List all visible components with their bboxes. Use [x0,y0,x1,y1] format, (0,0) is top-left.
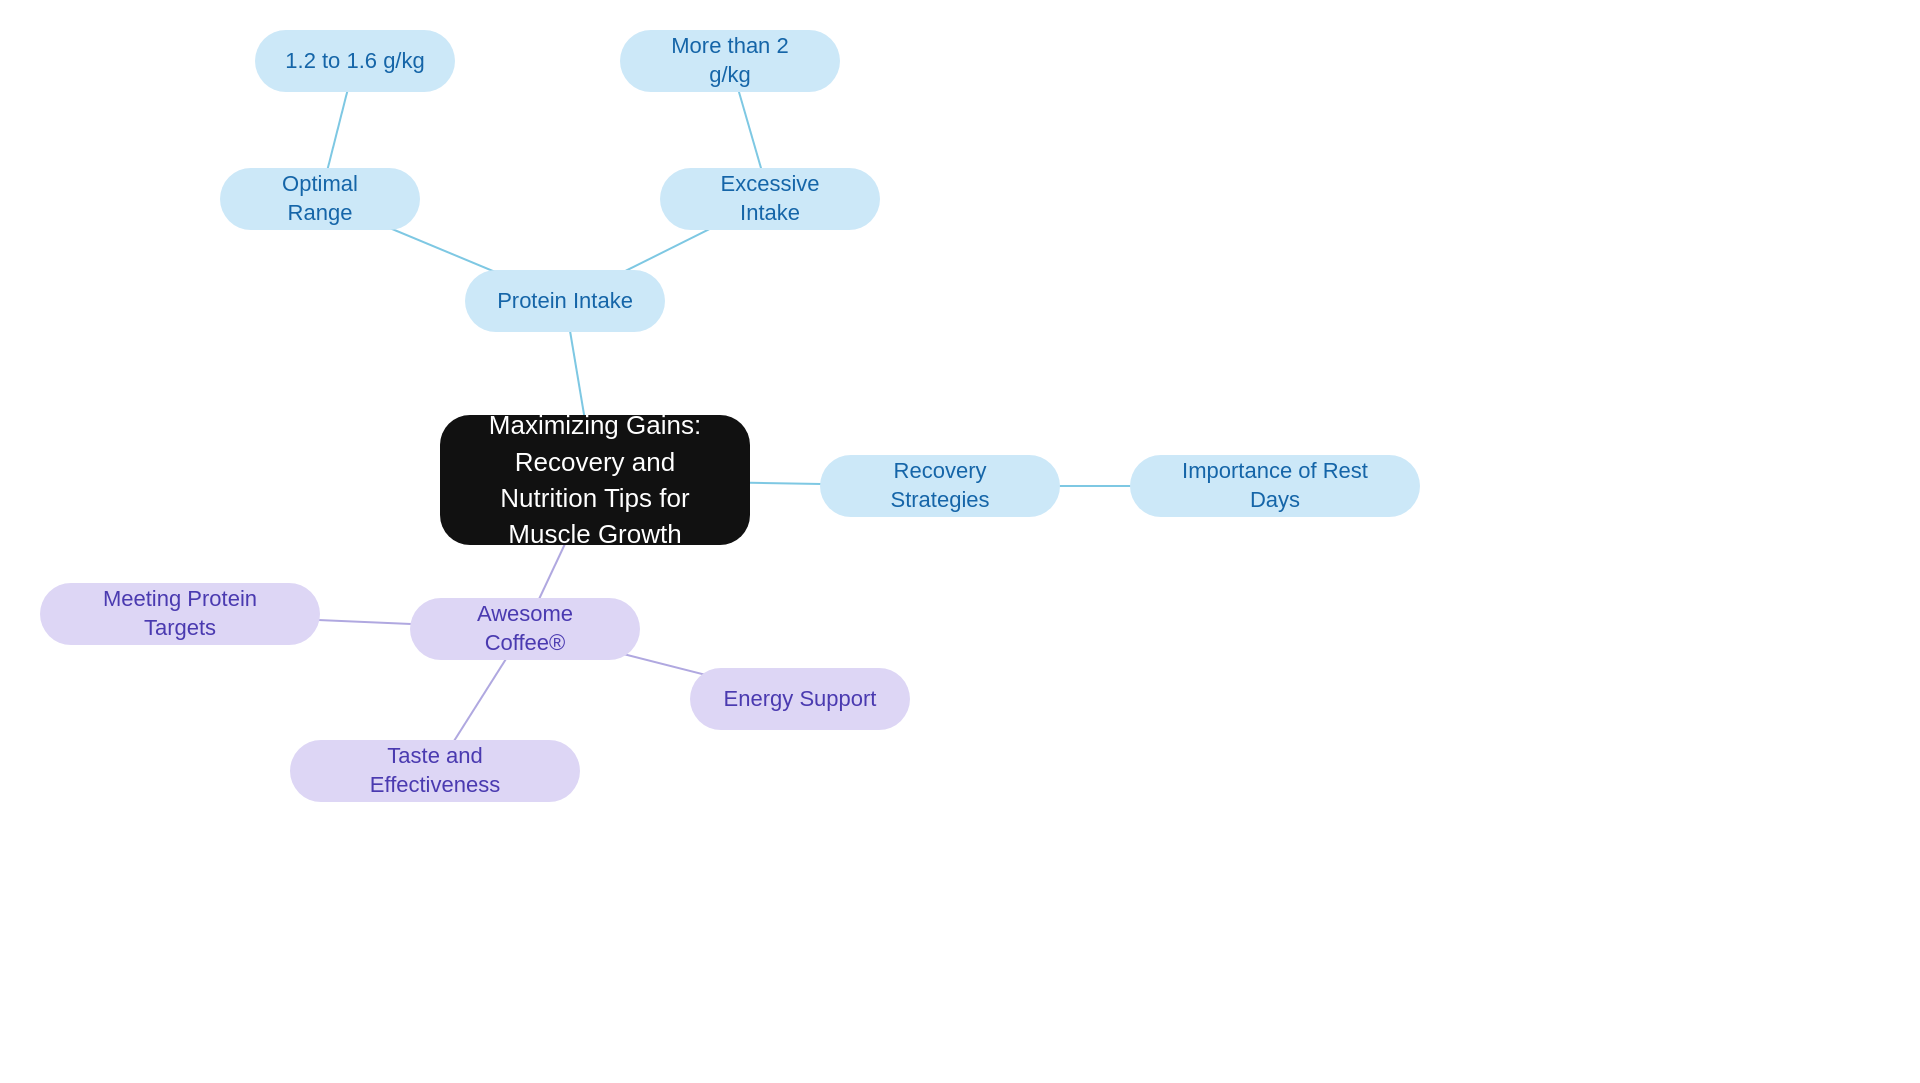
importance-rest-node: Importance of Rest Days [1130,455,1420,517]
recovery-strategies-label: Recovery Strategies [850,457,1030,514]
center-node: Maximizing Gains: Recovery and Nutrition… [440,415,750,545]
meeting-protein-node: Meeting Protein Targets [40,583,320,645]
excessive-intake-node: Excessive Intake [660,168,880,230]
more-than-2-node: More than 2 g/kg [620,30,840,92]
more-than-2-label: More than 2 g/kg [650,32,810,89]
protein-intake-label: Protein Intake [497,287,633,316]
excessive-intake-label: Excessive Intake [690,170,850,227]
awesome-coffee-label: Awesome Coffee® [440,600,610,657]
taste-effectiveness-node: Taste and Effectiveness [290,740,580,802]
meeting-protein-label: Meeting Protein Targets [70,585,290,642]
energy-support-label: Energy Support [724,685,877,714]
protein-intake-node: Protein Intake [465,270,665,332]
recovery-strategies-node: Recovery Strategies [820,455,1060,517]
optimal-range-node: Optimal Range [220,168,420,230]
one-two-g-label: 1.2 to 1.6 g/kg [285,47,424,76]
importance-rest-label: Importance of Rest Days [1160,457,1390,514]
center-label: Maximizing Gains: Recovery and Nutrition… [480,407,710,553]
awesome-coffee-node: Awesome Coffee® [410,598,640,660]
energy-support-node: Energy Support [690,668,910,730]
taste-effectiveness-label: Taste and Effectiveness [320,742,550,799]
optimal-range-label: Optimal Range [250,170,390,227]
one-two-g-node: 1.2 to 1.6 g/kg [255,30,455,92]
